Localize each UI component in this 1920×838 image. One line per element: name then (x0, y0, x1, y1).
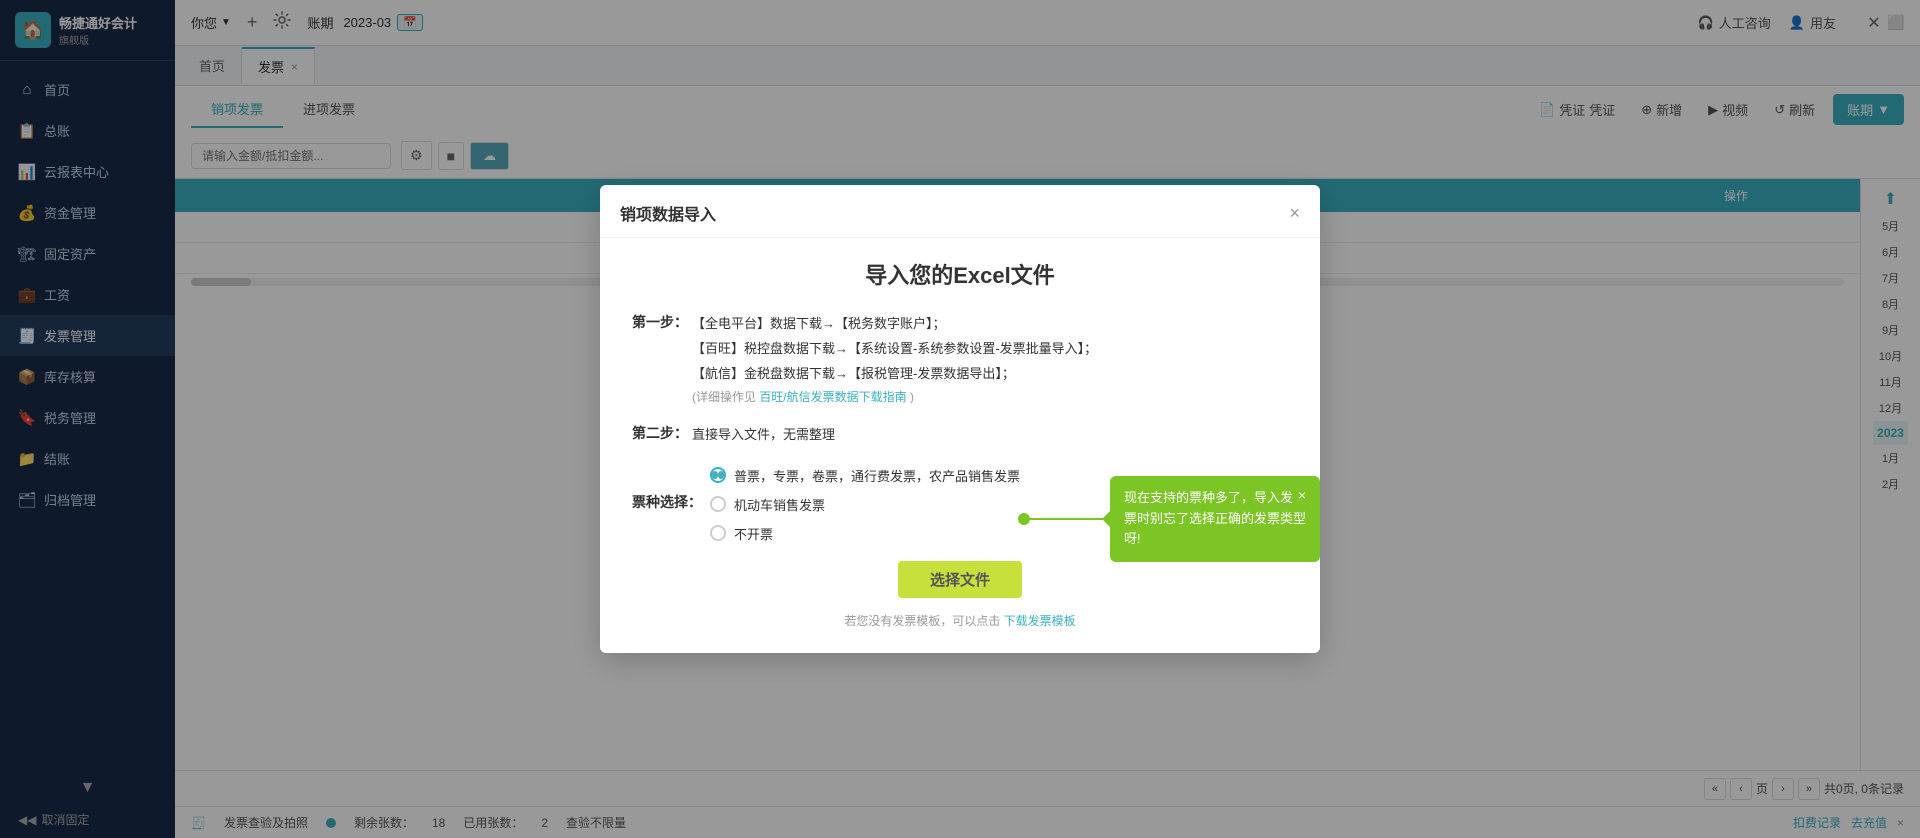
tooltip-container: × 现在支持的票种多了，导入发票时别忘了选择正确的发票类型呀! (1018, 476, 1320, 562)
ticket-label: 票种选择： (632, 492, 702, 512)
import-modal: 销项数据导入 × 导入您的Excel文件 第一步： 【全电平台】数据下载→【税务… (600, 185, 1320, 653)
radio-motor-ticket[interactable]: 机动车销售发票 (710, 495, 1020, 514)
footer-prefix: 若您没有发票模板，可以点击 (844, 614, 1000, 628)
modal-header: 销项数据导入 × (600, 185, 1320, 238)
radio-no-label: 不开票 (734, 524, 773, 543)
modal-footer: 若您没有发票模板，可以点击 下载发票模板 (632, 612, 1288, 629)
tooltip-arrow (1102, 511, 1110, 527)
step1-line-3: 【航信】金税盘数据下载→【报税管理-发票数据导出】； (692, 362, 1097, 387)
modal-main-title: 导入您的Excel文件 (632, 258, 1288, 290)
select-file-button[interactable]: 选择文件 (898, 561, 1022, 598)
step1-content: 【全电平台】数据下载→【税务数字账户】； 【百旺】税控盘数据下载→【系统设置-系… (692, 312, 1097, 409)
tooltip-text: 现在支持的票种多了，导入发票时别忘了选择正确的发票类型呀! (1124, 490, 1306, 547)
tooltip-connector (1030, 518, 1110, 520)
step2-label: 第二步： (632, 423, 692, 448)
radio-motor-label: 机动车销售发票 (734, 495, 825, 514)
modal-close-button[interactable]: × (1289, 204, 1300, 222)
modal-title: 销项数据导入 (620, 201, 716, 225)
step1-line-2: 【百旺】税控盘数据下载→【系统设置-系统参数设置-发票批量导入】； (692, 337, 1097, 362)
radio-motor-circle (710, 496, 726, 512)
modal-overlay[interactable]: 销项数据导入 × 导入您的Excel文件 第一步： 【全电平台】数据下载→【税务… (0, 0, 1920, 838)
tooltip-dot (1018, 513, 1030, 525)
download-template-link[interactable]: 下载发票模板 (1004, 614, 1076, 628)
ticket-select-row: 票种选择： 普票，专票，卷票，通行费发票，农产品销售发票 机动车销售发票 (632, 462, 1288, 543)
modal-body: 导入您的Excel文件 第一步： 【全电平台】数据下载→【税务数字账户】； 【百… (600, 238, 1320, 653)
radio-normal-circle (710, 467, 726, 483)
tooltip-close-button[interactable]: × (1298, 488, 1306, 502)
radio-normal-ticket[interactable]: 普票，专票，卷票，通行费发票，农产品销售发票 (710, 466, 1020, 485)
step1-line-1: 【全电平台】数据下载→【税务数字账户】； (692, 312, 1097, 337)
step2-content: 直接导入文件，无需整理 (692, 423, 835, 448)
tooltip-bubble: × 现在支持的票种多了，导入发票时别忘了选择正确的发票类型呀! (1110, 476, 1320, 562)
guide-link[interactable]: 百旺/航信发票数据下载指南 (759, 390, 906, 404)
radio-no-circle (710, 525, 726, 541)
radio-normal-label: 普票，专票，卷票，通行费发票，农产品销售发票 (734, 466, 1020, 485)
step1-row: 第一步： 【全电平台】数据下载→【税务数字账户】； 【百旺】税控盘数据下载→【系… (632, 312, 1288, 409)
radio-group: 普票，专票，卷票，通行费发票，农产品销售发票 机动车销售发票 不开票 (710, 466, 1020, 543)
radio-no-ticket[interactable]: 不开票 (710, 524, 1020, 543)
step1-label: 第一步： (632, 312, 692, 409)
step1-guide-link: (详细操作见 百旺/航信发票数据下载指南 ) (692, 386, 1097, 409)
step2-row: 第二步： 直接导入文件，无需整理 (632, 423, 1288, 448)
